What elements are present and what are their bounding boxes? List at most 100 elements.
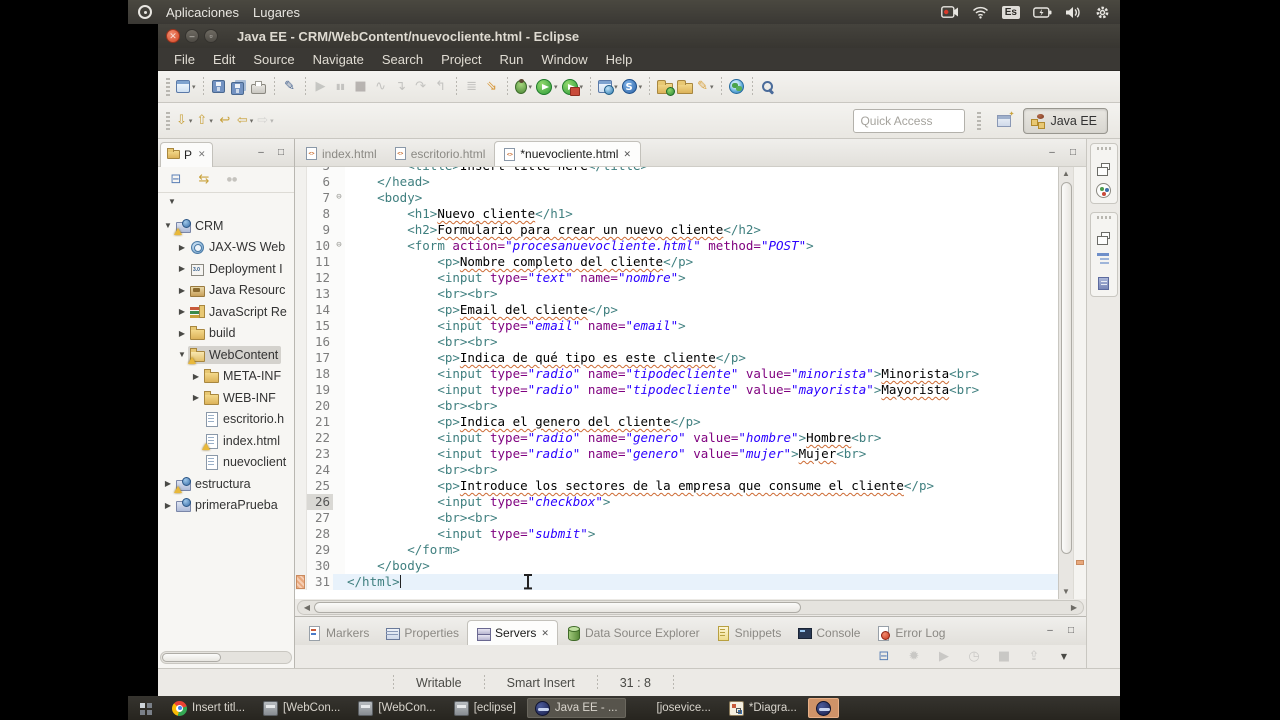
code-text[interactable]: <input type="checkbox">	[345, 494, 1058, 510]
code-line-15[interactable]: 15 <input type="email" name="email">	[295, 318, 1058, 334]
step-over-button[interactable]: ↷	[411, 75, 431, 99]
tree-expander-icon[interactable]: ▶	[176, 307, 188, 316]
menu-project[interactable]: Project	[433, 50, 489, 69]
dropdown-arrow-icon[interactable]: ▾	[614, 83, 618, 91]
ubuntu-logo-icon[interactable]	[138, 5, 152, 19]
scrollbar-thumb[interactable]	[162, 653, 221, 662]
code-line-25[interactable]: 25 <p>Introduce los sectores de la empre…	[295, 478, 1058, 494]
overview-ruler[interactable]	[1073, 167, 1086, 599]
taskbar-item-webcon[interactable]: [WebCon...	[351, 698, 442, 718]
taskbar-item-insert-titl[interactable]: Insert titl...	[165, 698, 252, 718]
menu-source[interactable]: Source	[245, 50, 302, 69]
dropdown-arrow-icon[interactable]: ▾	[270, 117, 274, 125]
tree-item-crm[interactable]: ▼ CRM	[158, 215, 294, 237]
panel-menu-lugares[interactable]: Lugares	[253, 5, 300, 20]
code-text[interactable]: <input type="radio" name="genero" value=…	[345, 446, 1058, 462]
settings-gear-icon[interactable]	[1095, 5, 1110, 20]
tree-expander-icon[interactable]: ▶	[176, 329, 188, 338]
step-filters-button[interactable]: ≣	[462, 75, 482, 99]
code-text[interactable]: <h1>Nuevo cliente</h1>	[345, 206, 1058, 222]
new-web-project-button[interactable]: ▾	[596, 75, 620, 99]
code-text[interactable]: <br><br>	[345, 334, 1058, 350]
outline-button[interactable]	[1095, 251, 1113, 267]
taskbar-item-eclipse-8[interactable]	[807, 698, 839, 718]
code-line-6[interactable]: 6 </head>	[295, 174, 1058, 190]
close-view-icon[interactable]: ✕	[198, 149, 206, 160]
tree-expander-icon[interactable]: ▶	[190, 372, 202, 381]
code-text[interactable]: <input type="radio" name="tipodecliente"…	[345, 366, 1058, 382]
menu-navigate[interactable]: Navigate	[305, 50, 372, 69]
close-tab-icon[interactable]: ✕	[623, 149, 631, 160]
bottom-maximize-button[interactable]: □	[1064, 624, 1078, 636]
tree-item-escritorio-h[interactable]: escritorio.h	[158, 409, 294, 431]
scroll-right-arrow[interactable]: ▶	[1067, 601, 1081, 614]
code-text[interactable]: <br><br>	[345, 398, 1058, 414]
skip-breakpoints-button[interactable]: ✎	[280, 75, 300, 99]
taskbar-item-eclipse[interactable]: [eclipse]	[447, 698, 523, 718]
view-tab-console[interactable]: Console	[789, 620, 868, 645]
code-line-31[interactable]: 31 </html>	[295, 574, 1058, 590]
run-external-button[interactable]: ▾	[560, 75, 586, 99]
code-editor[interactable]: 5 <title>Insert title here</title>6 </he…	[295, 167, 1058, 599]
code-line-30[interactable]: 30 </body>	[295, 558, 1058, 574]
battery-icon[interactable]	[1033, 6, 1052, 18]
drag-grip[interactable]	[1096, 216, 1111, 219]
close-tab-icon[interactable]: ✕	[541, 628, 549, 639]
toolbar-handle[interactable]	[166, 111, 170, 130]
link-with-editor-button[interactable]: ⇆	[194, 168, 214, 192]
taskbar-item-grid-0[interactable]	[132, 698, 161, 718]
wifi-icon[interactable]	[972, 6, 989, 19]
tree-item-estructura[interactable]: ▶ estructura	[158, 473, 294, 495]
code-line-19[interactable]: 19 <input type="radio" name="tipodeclien…	[295, 382, 1058, 398]
code-text[interactable]: <input type="radio" name="tipodecliente"…	[345, 382, 1058, 398]
tree-item-nuevoclient[interactable]: nuevoclient	[158, 452, 294, 474]
last-edit-location-button[interactable]: ↩	[215, 109, 235, 133]
taskbar-item-diagra[interactable]: *Diagra...	[722, 698, 804, 718]
restore-view-button[interactable]	[1095, 227, 1113, 245]
code-text[interactable]: <br><br>	[345, 286, 1058, 302]
code-line-5-clipped[interactable]: 5 <title>Insert title here</title>	[295, 167, 1058, 174]
code-text[interactable]: <input type="text" name="nombre">	[345, 270, 1058, 286]
dropdown-arrow-icon[interactable]: ▾	[710, 83, 714, 91]
view-tab-snippets[interactable]: Snippets	[708, 620, 790, 645]
tree-expander-icon[interactable]: ▶	[176, 286, 188, 295]
window-minimize-button[interactable]: –	[185, 29, 199, 43]
code-text[interactable]: <body>	[345, 190, 1058, 206]
tree-item-deployment-i[interactable]: ▶ Deployment I	[158, 258, 294, 280]
editor-minimize-button[interactable]: –	[1045, 146, 1059, 158]
code-line-26[interactable]: 26 <input type="checkbox">	[295, 494, 1058, 510]
menu-run[interactable]: Run	[492, 50, 532, 69]
perspective-java-ee-button[interactable]: Java EE	[1023, 107, 1108, 134]
view-tab-servers[interactable]: Servers ✕	[467, 620, 558, 645]
editor-vertical-scrollbar[interactable]: ▲ ▼	[1058, 167, 1073, 599]
dropdown-arrow-icon[interactable]: ▾	[192, 83, 196, 91]
code-text[interactable]: <p>Email del cliente</p>	[345, 302, 1058, 318]
servers-view-menu[interactable]: ▼	[1054, 645, 1074, 669]
code-line-9[interactable]: 9 <h2>Formulario para crear un nuevo cli…	[295, 222, 1058, 238]
servers-publish-button[interactable]: ⇪	[1024, 645, 1044, 669]
code-text[interactable]: <input type="email" name="email">	[345, 318, 1058, 334]
dropdown-arrow-icon[interactable]: ▾	[250, 117, 254, 125]
explorer-view-menu[interactable]: ▼	[168, 198, 176, 206]
code-line-23[interactable]: 23 <input type="radio" name="genero" val…	[295, 446, 1058, 462]
print-button[interactable]	[249, 75, 269, 99]
drag-grip[interactable]	[1096, 147, 1111, 150]
explorer-maximize-button[interactable]: □	[274, 147, 288, 159]
tree-expander-icon[interactable]: ▶	[176, 243, 188, 252]
highlighter-button[interactable]: ✎ ▾	[695, 75, 715, 99]
code-line-16[interactable]: 16 <br><br>	[295, 334, 1058, 350]
back-button[interactable]: ⇦ ▾	[235, 109, 255, 133]
window-close-button[interactable]: ✕	[166, 29, 180, 43]
dropdown-arrow-icon[interactable]: ▾	[529, 83, 533, 91]
scroll-up-arrow[interactable]: ▲	[1059, 167, 1073, 181]
code-line-7[interactable]: 7 ⊖ <body>	[295, 190, 1058, 206]
resume-button[interactable]: ▶	[311, 75, 331, 99]
run-button[interactable]: ▾	[534, 75, 560, 99]
dropdown-arrow-icon[interactable]: ▾	[189, 117, 193, 125]
tree-item-java-resourc[interactable]: ▶ Java Resourc	[158, 280, 294, 302]
view-tab-properties[interactable]: Properties	[377, 620, 467, 645]
dropdown-arrow-icon[interactable]: ▾	[209, 117, 213, 125]
tree-expander-icon[interactable]: ▶	[162, 501, 174, 510]
code-text[interactable]: <br><br>	[345, 462, 1058, 478]
servers-debug-button[interactable]: ✹	[904, 645, 924, 669]
